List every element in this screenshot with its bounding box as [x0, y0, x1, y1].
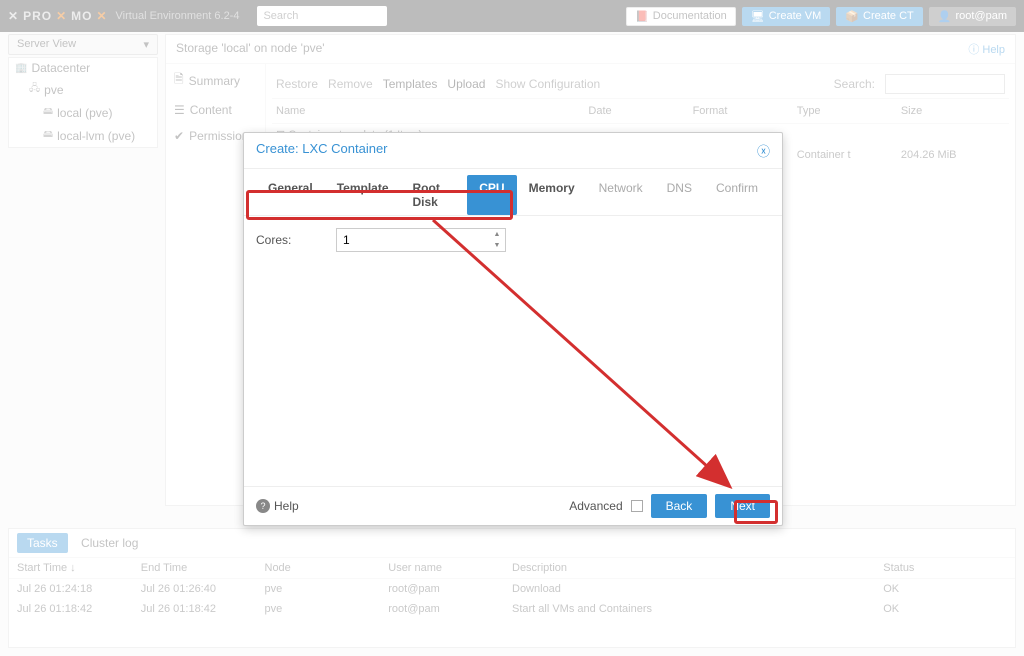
tab-template[interactable]: Template: [325, 175, 401, 215]
tree-view-selector[interactable]: Server View▾: [8, 34, 158, 55]
tab-general[interactable]: General: [256, 175, 325, 215]
documentation-button[interactable]: 📕Documentation: [626, 7, 736, 26]
version-label: Virtual Environment 6.2-4: [116, 10, 240, 22]
tab-network: Network: [587, 175, 655, 215]
tab-memory[interactable]: Memory: [517, 175, 587, 215]
log-row[interactable]: Jul 26 01:24:18 Jul 26 01:26:40 pve root…: [9, 579, 1015, 599]
show-config-button[interactable]: Show Configuration: [495, 77, 600, 91]
notes-icon: 🗎: [174, 70, 184, 91]
back-button[interactable]: Back: [651, 494, 708, 518]
book-icon: 📕: [635, 10, 649, 23]
remove-button[interactable]: Remove: [328, 77, 373, 91]
tab-cluster-log[interactable]: Cluster log: [71, 533, 148, 553]
tree-item-storage-local-lvm[interactable]: 🖴local-lvm (pve): [9, 124, 157, 147]
advanced-label: Advanced: [569, 499, 622, 513]
restore-button[interactable]: Restore: [276, 77, 318, 91]
monitor-icon: 🖥: [751, 10, 765, 23]
side-tab-content[interactable]: ☰Content: [166, 97, 265, 123]
user-icon: 👤: [938, 10, 952, 23]
cores-label: Cores:: [256, 233, 326, 247]
ok-icon: ✔: [174, 129, 184, 143]
help-icon: ?: [256, 499, 270, 513]
search-label: Search:: [834, 77, 875, 91]
help-button[interactable]: ?Help: [256, 499, 299, 513]
modal-title: Create: LXC Container: [256, 141, 388, 160]
templates-button[interactable]: Templates: [383, 77, 438, 91]
tree-item-node[interactable]: 🖧pve: [9, 78, 157, 101]
search-input[interactable]: [257, 6, 387, 26]
logo: ✕ PRO✕MO✕: [8, 9, 108, 23]
content-search-input[interactable]: [885, 74, 1005, 94]
disk-icon: 🖴: [43, 127, 53, 144]
tree-item-storage-local[interactable]: 🖴local (pve): [9, 101, 157, 124]
content-toolbar: Restore Remove Templates Upload Show Con…: [272, 70, 1009, 99]
cores-input[interactable]: [336, 228, 506, 252]
wizard-tabs: General Template Root Disk CPU Memory Ne…: [244, 169, 782, 216]
upload-button[interactable]: Upload: [447, 77, 485, 91]
log-panel: Tasks Cluster log Start Time ↓ End Time …: [8, 528, 1016, 648]
tab-root-disk[interactable]: Root Disk: [401, 175, 468, 215]
server-icon: 🖧: [29, 81, 40, 98]
building-icon: 🏢: [15, 63, 27, 74]
panel-title: Storage 'local' on node 'pve': [176, 41, 325, 57]
advanced-checkbox[interactable]: [631, 500, 643, 512]
list-icon: ☰: [174, 103, 185, 117]
user-button[interactable]: 👤root@pam: [929, 7, 1016, 26]
spinner-down-icon[interactable]: ▼: [489, 240, 505, 251]
tab-dns: DNS: [655, 175, 704, 215]
tree-panel: Server View▾ 🏢Datacenter 🖧pve 🖴local (pv…: [8, 34, 158, 148]
disk-icon: 🖴: [43, 104, 53, 121]
help-link[interactable]: ⓘ Help: [968, 41, 1005, 57]
create-lxc-modal: Create: LXC Container ⓧ General Template…: [243, 132, 783, 526]
create-ct-button[interactable]: 📦Create CT: [836, 7, 922, 26]
resource-tree: 🏢Datacenter 🖧pve 🖴local (pve) 🖴local-lvm…: [8, 57, 158, 148]
create-vm-button[interactable]: 🖥Create VM: [742, 7, 831, 26]
cores-row: Cores: ▲ ▼: [256, 228, 770, 252]
table-header: Name Date Format Type Size: [272, 99, 1009, 124]
tree-item-datacenter[interactable]: 🏢Datacenter: [9, 58, 157, 78]
tab-confirm: Confirm: [704, 175, 770, 215]
top-bar: ✕ PRO✕MO✕ Virtual Environment 6.2-4 📕Doc…: [0, 0, 1024, 32]
log-row[interactable]: Jul 26 01:18:42 Jul 26 01:18:42 pve root…: [9, 599, 1015, 619]
cube-icon: 📦: [845, 10, 859, 23]
chevron-down-icon: ▾: [143, 38, 149, 51]
spinner-up-icon[interactable]: ▲: [489, 229, 505, 240]
close-icon[interactable]: ⓧ: [757, 141, 770, 160]
side-tab-summary[interactable]: 🗎Summary: [166, 64, 265, 97]
tab-cpu[interactable]: CPU: [467, 175, 516, 215]
tab-tasks[interactable]: Tasks: [17, 533, 68, 553]
next-button[interactable]: Next: [715, 494, 770, 518]
